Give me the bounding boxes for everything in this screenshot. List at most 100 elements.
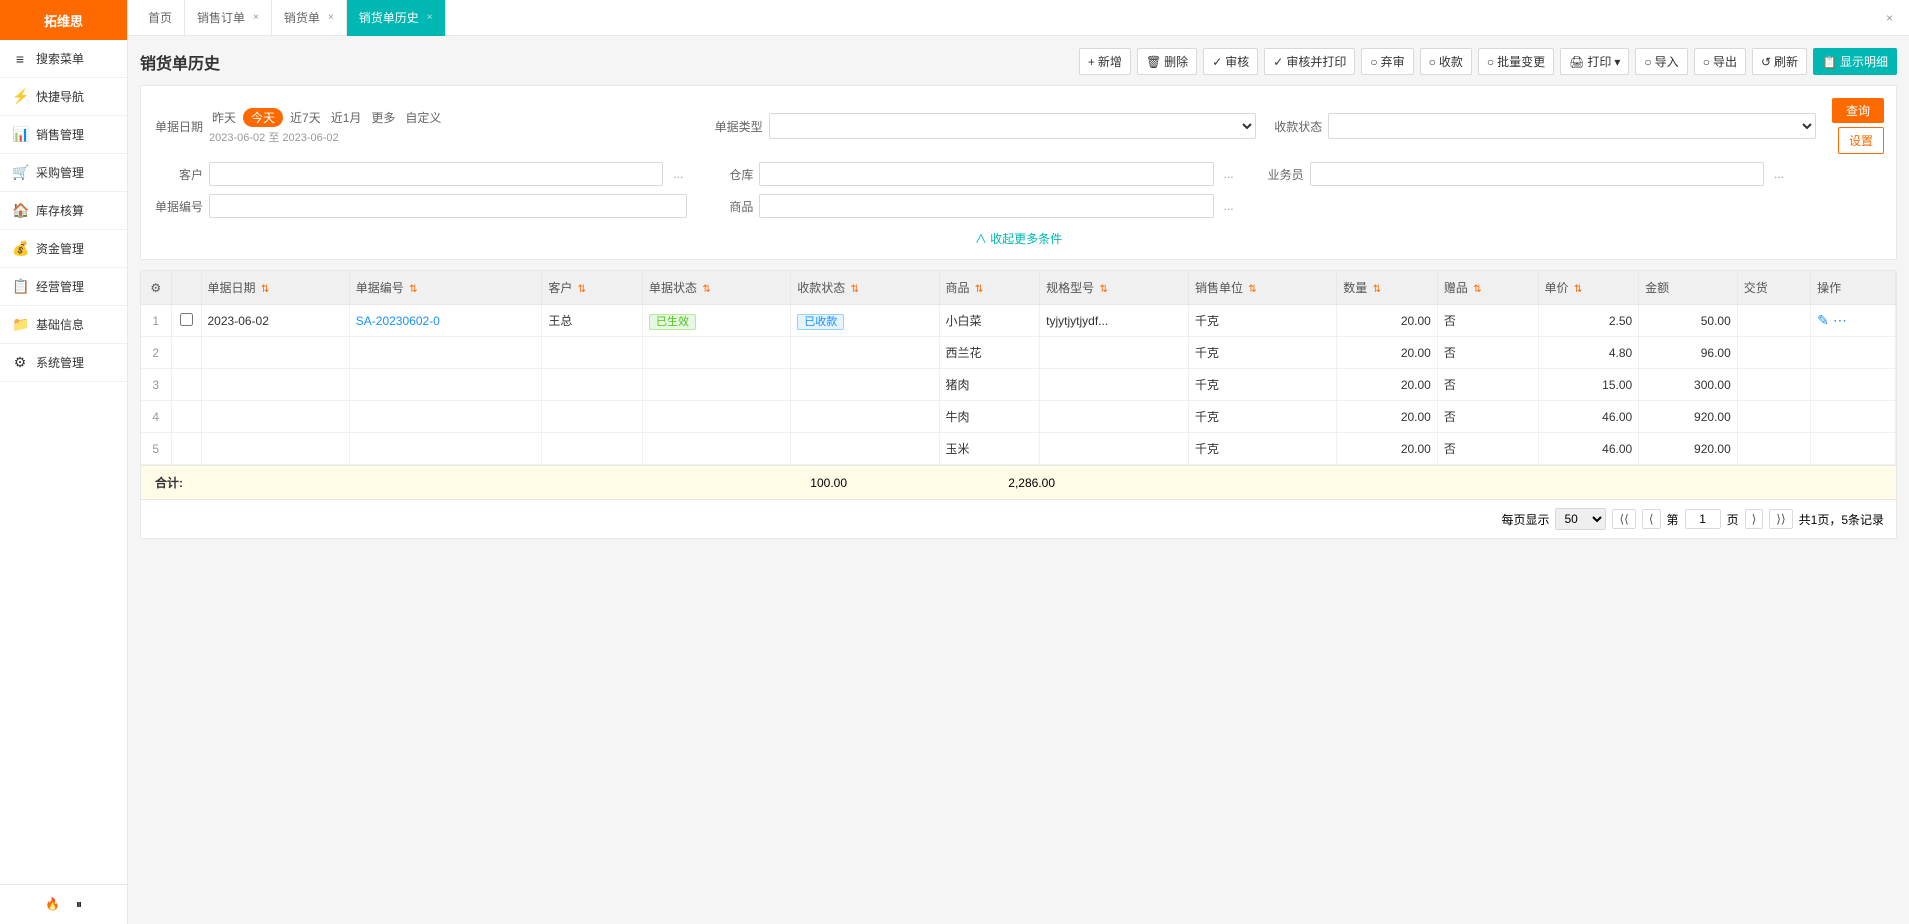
add-icon: + bbox=[1088, 55, 1095, 69]
filter-settings-button[interactable]: 设置 bbox=[1838, 127, 1884, 154]
doc-no-link[interactable]: SA-20230602-0 bbox=[356, 314, 440, 328]
edit-icon[interactable]: ✎ bbox=[1817, 312, 1829, 329]
refresh-button[interactable]: ↺ 刷新 bbox=[1752, 48, 1807, 75]
abandon-button[interactable]: ○ 弃审 bbox=[1361, 48, 1413, 75]
sort-price-icon: ⇅ bbox=[1574, 284, 1582, 295]
sidebar-item-basic-info[interactable]: 📁 基础信息 bbox=[0, 306, 127, 344]
warehouse-dots[interactable]: ... bbox=[1220, 167, 1238, 181]
doc-type-select[interactable] bbox=[769, 113, 1257, 139]
print-button[interactable]: 🖨 打印 ▾ bbox=[1560, 48, 1629, 75]
sidebar-item-quick-nav[interactable]: ⚡ 快捷导航 bbox=[0, 78, 127, 116]
tab-close-all-button[interactable]: × bbox=[1878, 11, 1901, 25]
collect-status-select[interactable] bbox=[1328, 113, 1816, 139]
page-number-input[interactable] bbox=[1685, 509, 1721, 529]
shortcut-7days[interactable]: 近7天 bbox=[287, 108, 324, 127]
sidebar-item-sales-mgmt[interactable]: 📊 销售管理 bbox=[0, 116, 127, 154]
tab-close-history[interactable]: × bbox=[427, 12, 433, 23]
row-checkbox[interactable] bbox=[171, 433, 201, 465]
col-goods[interactable]: 商品 ⇅ bbox=[939, 271, 1040, 305]
export-button[interactable]: ○ 导出 bbox=[1694, 48, 1746, 75]
col-unit[interactable]: 销售单位 ⇅ bbox=[1188, 271, 1336, 305]
page-first-button[interactable]: ⟨⟨ bbox=[1612, 509, 1635, 529]
sidebar-item-inventory[interactable]: 🏠 库存核算 bbox=[0, 192, 127, 230]
filter-action-buttons: 查询 设置 bbox=[1832, 98, 1884, 154]
shortcut-more[interactable]: 更多 bbox=[368, 108, 398, 127]
goods-input[interactable] bbox=[759, 194, 1213, 218]
shortcut-custom[interactable]: 自定义 bbox=[402, 108, 444, 127]
shortcut-1month[interactable]: 近1月 bbox=[328, 108, 365, 127]
more-icon[interactable]: ⋯ bbox=[1833, 312, 1847, 329]
sidebar-item-purchase-mgmt[interactable]: 🛒 采购管理 bbox=[0, 154, 127, 192]
col-qty[interactable]: 数量 ⇅ bbox=[1337, 271, 1438, 305]
col-spec[interactable]: 规格型号 ⇅ bbox=[1040, 271, 1189, 305]
row-doc-date: 2023-06-02 bbox=[201, 305, 349, 337]
shortcut-today[interactable]: 今天 bbox=[243, 108, 283, 127]
row-goods: 玉米 bbox=[939, 433, 1040, 465]
warehouse-input[interactable] bbox=[759, 162, 1213, 186]
salesperson-input[interactable] bbox=[1310, 162, 1764, 186]
col-doc-date[interactable]: 单据日期 ⇅ bbox=[201, 271, 349, 305]
col-unit-price[interactable]: 单价 ⇅ bbox=[1538, 271, 1639, 305]
tab-close-sales-order[interactable]: × bbox=[253, 12, 259, 23]
show-detail-button[interactable]: 📋 显示明细 bbox=[1813, 48, 1897, 75]
sidebar-item-system-mgmt[interactable]: ⚙ 系统管理 bbox=[0, 344, 127, 382]
tab-home[interactable]: 首页 bbox=[136, 0, 185, 36]
table-row: 5 玉米 千克 20.00 否 46.00 920.00 bbox=[141, 433, 1896, 465]
query-button[interactable]: 查询 bbox=[1832, 98, 1884, 123]
customer-input[interactable] bbox=[209, 162, 663, 186]
tab-sales-goods[interactable]: 销货单 × bbox=[272, 0, 347, 36]
col-collect-status[interactable]: 收款状态 ⇅ bbox=[791, 271, 939, 305]
doc-no-input[interactable] bbox=[209, 194, 687, 218]
sidebar-item-finance[interactable]: 💰 资金管理 bbox=[0, 230, 127, 268]
row-checkbox[interactable] bbox=[171, 305, 201, 337]
row-checkbox[interactable] bbox=[171, 401, 201, 433]
row-action: ✎⋯ bbox=[1811, 305, 1896, 337]
filter-doc-type: 单据类型 bbox=[713, 113, 1257, 139]
col-doc-status[interactable]: 单据状态 ⇅ bbox=[642, 271, 790, 305]
audit-button[interactable]: ✓ 审核 bbox=[1203, 48, 1258, 75]
sidebar-item-search-menu[interactable]: ≡ 搜索菜单 bbox=[0, 40, 127, 78]
import-button[interactable]: ○ 导入 bbox=[1635, 48, 1687, 75]
page-next-button[interactable]: ⟩ bbox=[1745, 509, 1764, 529]
row-goods: 猪肉 bbox=[939, 369, 1040, 401]
import-icon: ○ bbox=[1644, 55, 1651, 69]
sort-gift-icon: ⇅ bbox=[1473, 284, 1481, 295]
col-customer[interactable]: 客户 ⇅ bbox=[542, 271, 643, 305]
batch-change-button[interactable]: ○ 批量变更 bbox=[1478, 48, 1554, 75]
filter-warehouse: 仓库 ... bbox=[703, 162, 1237, 186]
tab-close-sales-goods[interactable]: × bbox=[328, 12, 334, 23]
audit-print-button[interactable]: ✓ 审核并打印 bbox=[1264, 48, 1355, 75]
row-checkbox[interactable] bbox=[171, 369, 201, 401]
fire-icon[interactable]: 🔥 bbox=[45, 897, 60, 912]
col-doc-no[interactable]: 单据编号 ⇅ bbox=[349, 271, 542, 305]
page-last-button[interactable]: ⟩⟩ bbox=[1769, 509, 1792, 529]
collapse-button[interactable]: ∧ 收起更多条件 bbox=[153, 226, 1884, 247]
col-gift[interactable]: 赠品 ⇅ bbox=[1437, 271, 1538, 305]
row-transaction bbox=[1737, 305, 1810, 337]
tab-sales-goods-history[interactable]: 销货单历史 × bbox=[347, 0, 446, 36]
page-prev-button[interactable]: ⟨ bbox=[1642, 509, 1661, 529]
customer-dots[interactable]: ... bbox=[669, 167, 687, 181]
add-button[interactable]: + 新增 bbox=[1079, 48, 1131, 75]
collect-button[interactable]: ○ 收款 bbox=[1420, 48, 1472, 75]
shortcut-yesterday[interactable]: 昨天 bbox=[209, 108, 239, 127]
sort-doc-status-icon: ⇅ bbox=[702, 284, 710, 295]
salesperson-dots[interactable]: ... bbox=[1770, 167, 1788, 181]
tab-sales-order[interactable]: 销售订单 × bbox=[185, 0, 272, 36]
row-customer bbox=[542, 369, 643, 401]
customer-label: 客户 bbox=[153, 166, 203, 183]
row-customer bbox=[542, 401, 643, 433]
sidebar-item-operations[interactable]: 📋 经营管理 bbox=[0, 268, 127, 306]
delete-button[interactable]: 🗑 删除 bbox=[1137, 48, 1197, 75]
page-title: 销货单历史 bbox=[140, 50, 220, 74]
row-checkbox[interactable] bbox=[171, 337, 201, 369]
col-settings[interactable]: ⚙ bbox=[141, 271, 171, 305]
total-row: 合计: 100.00 2,286.00 bbox=[141, 465, 1896, 499]
total-label: 合计: bbox=[147, 474, 207, 491]
page-size-select[interactable]: 50 100 200 bbox=[1555, 508, 1606, 530]
row-doc-no bbox=[349, 433, 542, 465]
row-qty: 20.00 bbox=[1337, 401, 1438, 433]
goods-dots[interactable]: ... bbox=[1220, 199, 1238, 213]
pause-icon[interactable]: ⏸ bbox=[76, 897, 82, 912]
doc-no-label: 单据编号 bbox=[153, 198, 203, 215]
